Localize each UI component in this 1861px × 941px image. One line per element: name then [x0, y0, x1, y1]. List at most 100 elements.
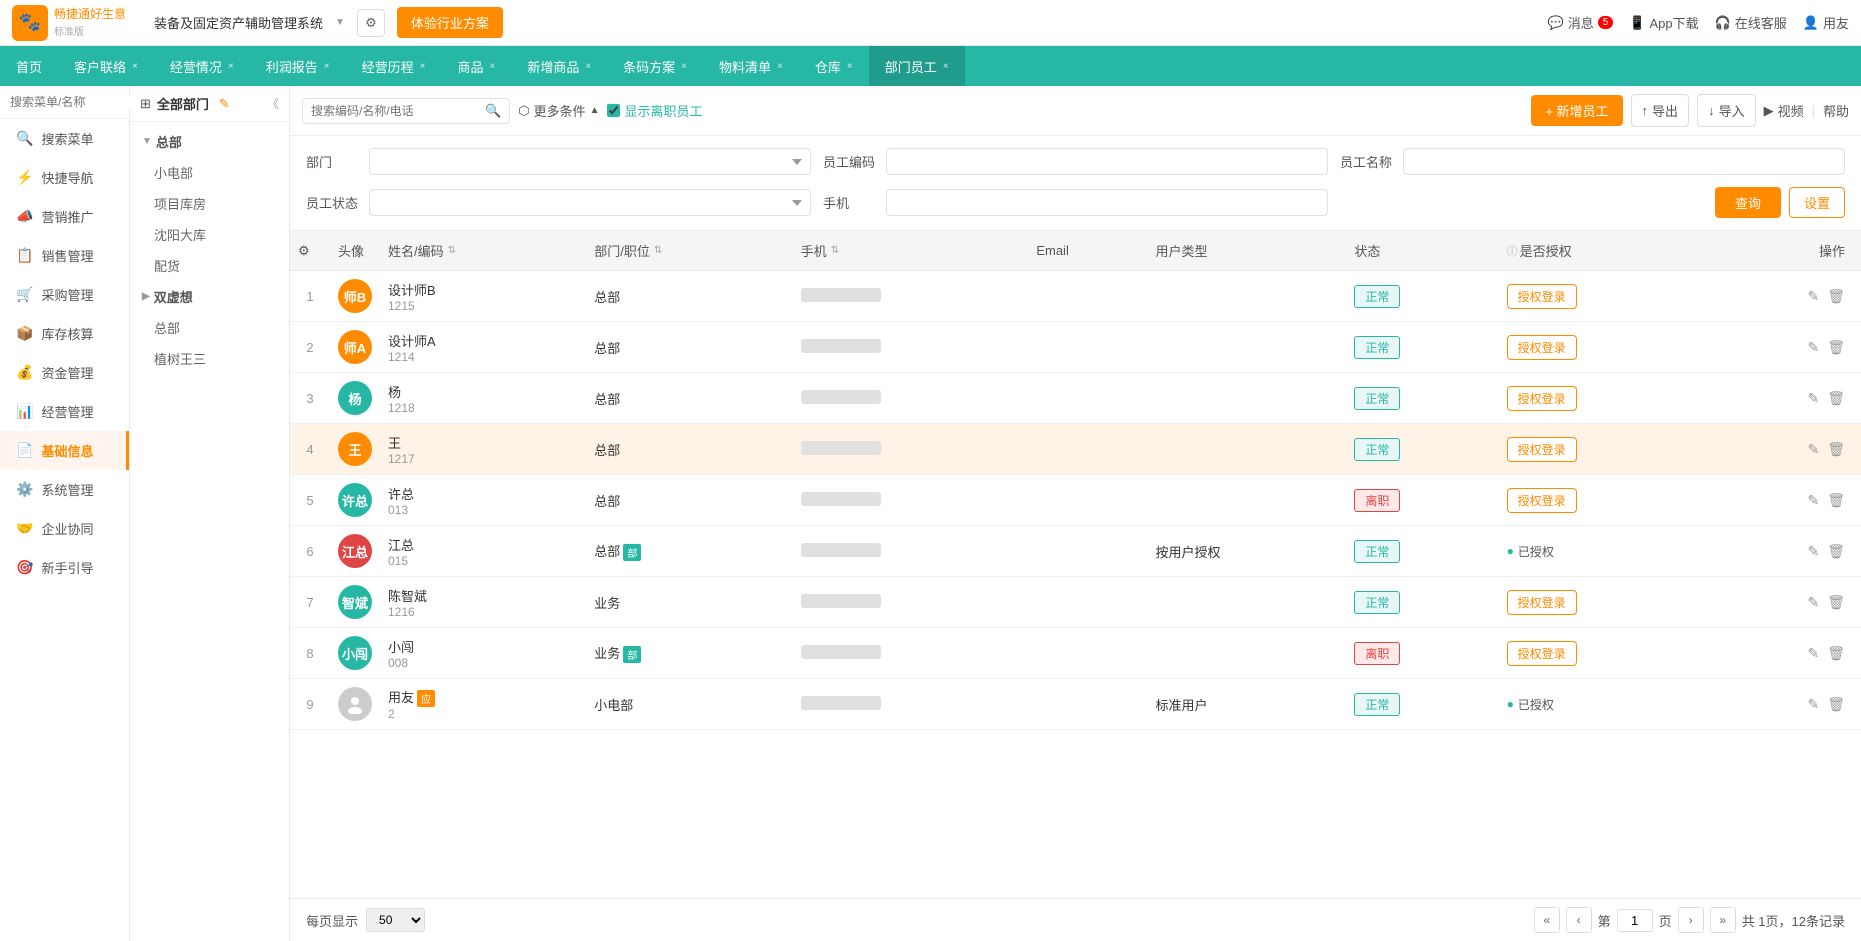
- sidebar-item-purchase[interactable]: 🛒 采购管理: [0, 275, 129, 314]
- edit-button[interactable]: ✎: [1807, 441, 1819, 458]
- nav-item-bom-close[interactable]: ×: [777, 61, 783, 72]
- filter-search-box[interactable]: 🔍: [302, 98, 510, 124]
- show-resigned-checkbox[interactable]: [607, 104, 620, 117]
- nav-item-customer[interactable]: 客户联络 ×: [58, 46, 154, 86]
- nav-item-profit[interactable]: 利润报告 ×: [250, 46, 346, 86]
- delete-button[interactable]: 🗑: [1827, 390, 1845, 407]
- gear-button[interactable]: ⚙: [357, 9, 385, 37]
- tree-item-peihuo[interactable]: 配货: [130, 250, 289, 281]
- tree-item-zongbu2[interactable]: 总部: [130, 312, 289, 343]
- sort-phone-icon[interactable]: ⇅: [831, 245, 839, 256]
- tree-edit-icon[interactable]: ✎: [219, 96, 230, 112]
- nav-item-add-goods-close[interactable]: ×: [585, 61, 591, 72]
- tree-item-project[interactable]: 项目库房: [130, 188, 289, 219]
- nav-item-staff-close[interactable]: ×: [943, 61, 949, 72]
- nav-item-warehouse-close[interactable]: ×: [847, 61, 853, 72]
- sidebar-item-quicknav[interactable]: ⚡ 快捷导航: [0, 158, 129, 197]
- delete-button[interactable]: 🗑: [1827, 492, 1845, 509]
- tree-collapse-icon[interactable]: 《: [267, 95, 279, 112]
- tree-item-shenyang[interactable]: 沈阳大库: [130, 219, 289, 250]
- sort-dept-icon[interactable]: ⇅: [654, 245, 662, 256]
- help-button[interactable]: 帮助: [1823, 101, 1849, 120]
- nav-item-staff[interactable]: 部门员工 ×: [869, 46, 965, 86]
- edit-button[interactable]: ✎: [1807, 696, 1819, 713]
- per-page-select[interactable]: 50 100: [366, 908, 425, 932]
- sidebar-item-search[interactable]: 🔍 搜索菜单: [0, 119, 129, 158]
- search-input[interactable]: [311, 104, 481, 118]
- set-button[interactable]: 设置: [1789, 187, 1845, 218]
- sys-title-dropdown-icon[interactable]: ▼: [335, 17, 345, 28]
- tree-item-xiaodianbu[interactable]: 小电部: [130, 157, 289, 188]
- sidebar-item-guide[interactable]: 🎯 新手引导: [0, 548, 129, 587]
- edit-button[interactable]: ✎: [1807, 390, 1819, 407]
- edit-button[interactable]: ✎: [1807, 339, 1819, 356]
- nav-item-operations[interactable]: 经营情况 ×: [154, 46, 250, 86]
- auth-login-button[interactable]: 授权登录: [1507, 335, 1577, 360]
- edit-button[interactable]: ✎: [1807, 594, 1819, 611]
- th-dept[interactable]: 部门/职位 ⇅: [586, 231, 792, 271]
- nav-item-operations-close[interactable]: ×: [228, 61, 234, 72]
- message-button[interactable]: 💬 消息 5: [1548, 13, 1614, 32]
- nav-item-customer-close[interactable]: ×: [132, 61, 138, 72]
- sidebar-item-sales[interactable]: 📋 销售管理: [0, 236, 129, 275]
- nav-item-goods[interactable]: 商品 ×: [441, 46, 511, 86]
- th-phone[interactable]: 手机 ⇅: [793, 231, 1029, 271]
- tree-item-zhishu[interactable]: 植树王三: [130, 343, 289, 374]
- th-name[interactable]: 姓名/编码 ⇅: [380, 231, 586, 271]
- delete-button[interactable]: 🗑: [1827, 339, 1845, 356]
- auth-login-button[interactable]: 授权登录: [1507, 386, 1577, 411]
- nav-item-history[interactable]: 经营历程 ×: [346, 46, 442, 86]
- emp-name-filter-input[interactable]: [1403, 148, 1845, 175]
- export-button[interactable]: ↑ 导出: [1631, 94, 1690, 127]
- edit-button[interactable]: ✎: [1807, 288, 1819, 305]
- delete-button[interactable]: 🗑: [1827, 696, 1845, 713]
- prev-page-button[interactable]: ‹: [1566, 907, 1592, 933]
- nav-item-bom[interactable]: 物料清单 ×: [703, 46, 799, 86]
- online-service-button[interactable]: 🎧 在线客服: [1715, 13, 1787, 32]
- phone-filter-input[interactable]: [886, 189, 1328, 216]
- page-input[interactable]: [1617, 909, 1653, 932]
- nav-item-warehouse[interactable]: 仓库 ×: [799, 46, 869, 86]
- sidebar-item-mgmt[interactable]: 📊 经营管理: [0, 392, 129, 431]
- delete-button[interactable]: 🗑: [1827, 441, 1845, 458]
- delete-button[interactable]: 🗑: [1827, 645, 1845, 662]
- first-page-button[interactable]: «: [1534, 907, 1560, 933]
- nav-item-profit-close[interactable]: ×: [324, 61, 330, 72]
- delete-button[interactable]: 🗑: [1827, 288, 1845, 305]
- nav-item-home[interactable]: 首页: [0, 46, 58, 86]
- emp-status-filter-select[interactable]: [369, 189, 811, 216]
- sidebar-item-stock[interactable]: 📦 库存核算: [0, 314, 129, 353]
- th-settings[interactable]: ⚙: [290, 231, 330, 271]
- tree-item-parent-zongbu[interactable]: ▼ 总部: [130, 126, 289, 157]
- sidebar-item-marketing[interactable]: 📣 营销推广: [0, 197, 129, 236]
- sort-name-icon[interactable]: ⇅: [448, 245, 456, 256]
- last-page-button[interactable]: »: [1710, 907, 1736, 933]
- query-button[interactable]: 查询: [1715, 187, 1781, 218]
- emp-code-filter-input[interactable]: [886, 148, 1328, 175]
- sidebar-item-collab[interactable]: 🤝 企业协同: [0, 509, 129, 548]
- app-download-button[interactable]: 📱 App下载: [1629, 13, 1698, 32]
- auth-login-button[interactable]: 授权登录: [1507, 437, 1577, 462]
- dept-filter-select[interactable]: [369, 148, 811, 175]
- video-button[interactable]: ▶ 视频: [1764, 101, 1804, 120]
- auth-login-button[interactable]: 授权登录: [1507, 284, 1577, 309]
- edit-button[interactable]: ✎: [1807, 543, 1819, 560]
- add-employee-button[interactable]: + 新增员工: [1531, 95, 1622, 126]
- nav-item-barcode[interactable]: 条码方案 ×: [607, 46, 703, 86]
- nav-item-barcode-close[interactable]: ×: [681, 61, 687, 72]
- auth-login-button[interactable]: 授权登录: [1507, 488, 1577, 513]
- more-conditions-button[interactable]: ⬡ 更多条件 ▲: [518, 101, 599, 120]
- tree-item-parent-shuangxu[interactable]: ▶ 双虚想: [130, 281, 289, 312]
- auth-login-button[interactable]: 授权登录: [1507, 590, 1577, 615]
- tree-all-dept[interactable]: ⊞ 全部部门 ✎ 《: [130, 86, 289, 122]
- next-page-button[interactable]: ›: [1678, 907, 1704, 933]
- sidebar-item-finance[interactable]: 💰 资金管理: [0, 353, 129, 392]
- user-button[interactable]: 👤 用友: [1803, 13, 1849, 32]
- sidebar-item-basic[interactable]: 📄 基础信息: [0, 431, 129, 470]
- edit-button[interactable]: ✎: [1807, 492, 1819, 509]
- edit-button[interactable]: ✎: [1807, 645, 1819, 662]
- nav-item-goods-close[interactable]: ×: [489, 61, 495, 72]
- show-resigned-toggle[interactable]: 显示离职员工: [607, 101, 702, 120]
- nav-item-history-close[interactable]: ×: [420, 61, 426, 72]
- delete-button[interactable]: 🗑: [1827, 543, 1845, 560]
